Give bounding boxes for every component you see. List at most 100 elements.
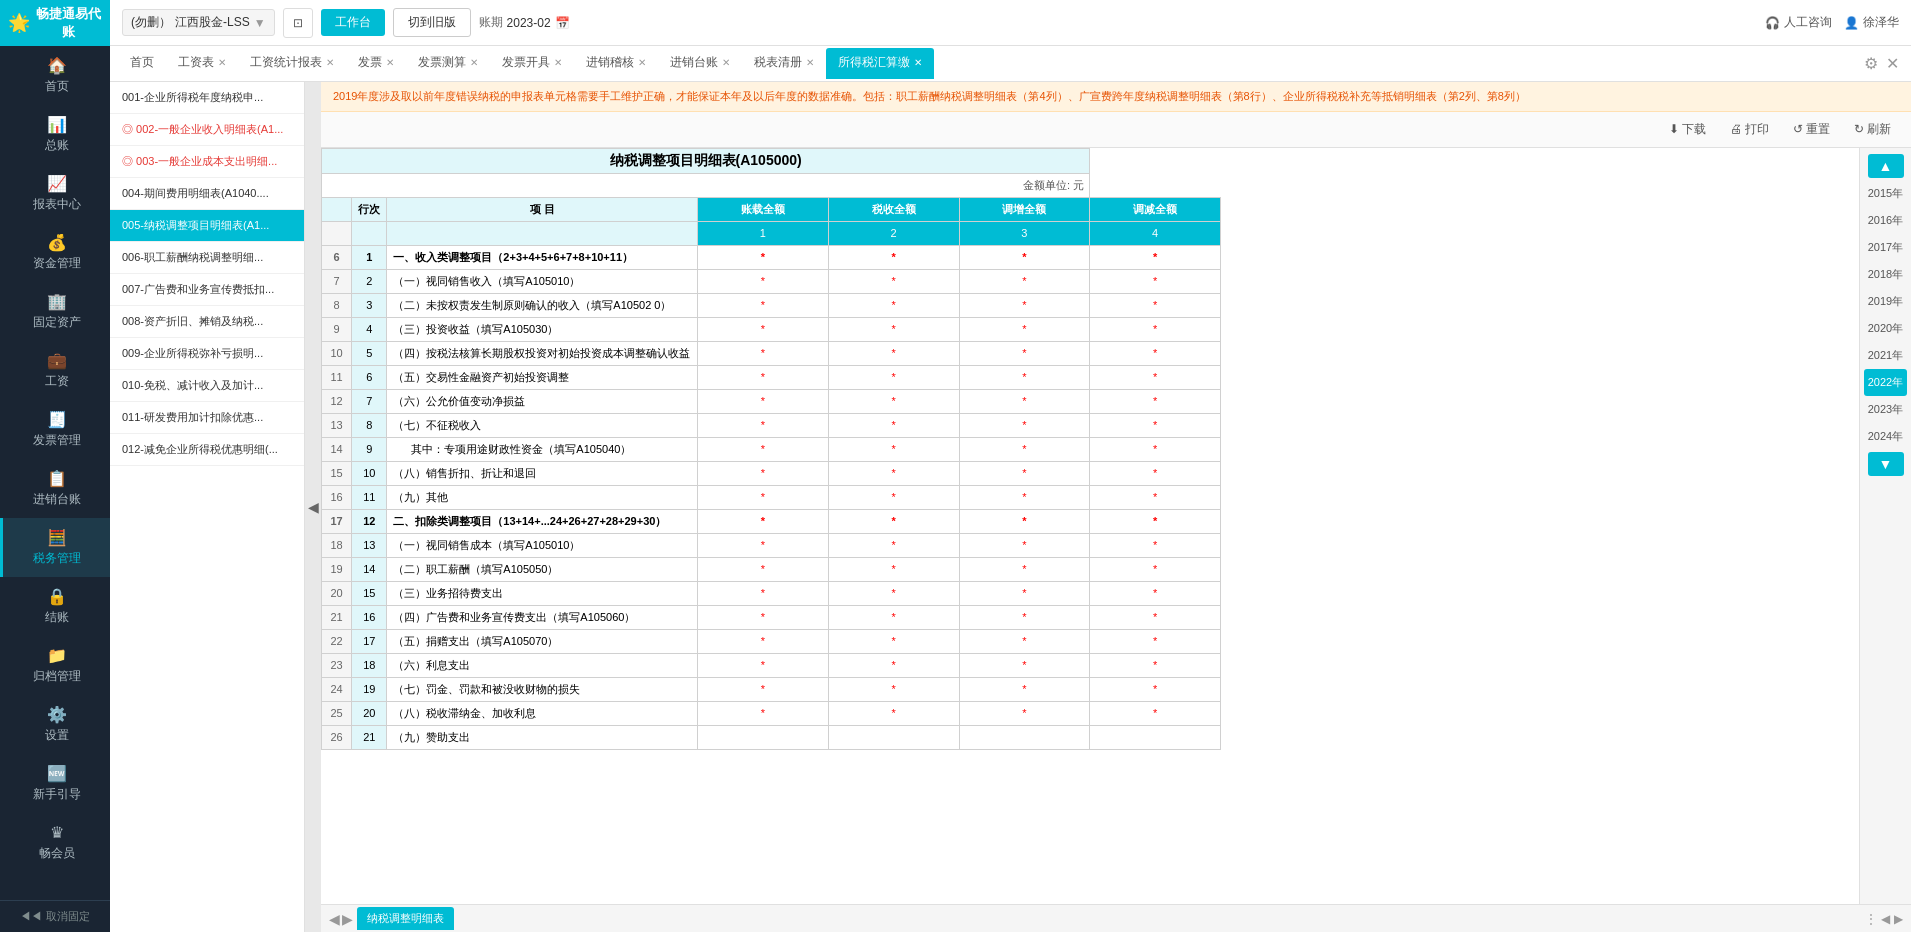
sidebar-item-ledger[interactable]: 📊总账 xyxy=(0,105,110,164)
cell-tax[interactable]: * xyxy=(828,413,959,437)
cell-tax[interactable]: * xyxy=(828,437,959,461)
cell-item[interactable]: （四）广告费和业务宣传费支出（填写A105060） xyxy=(387,605,698,629)
cell-inc[interactable]: * xyxy=(959,581,1090,605)
cell-book[interactable]: * xyxy=(698,581,829,605)
cell-dec[interactable]: * xyxy=(1090,581,1221,605)
reset-button[interactable]: ↺ 重置 xyxy=(1785,118,1838,141)
cell-tax[interactable]: * xyxy=(828,533,959,557)
sidebar-item-tax-mgmt[interactable]: 🧮税务管理 xyxy=(0,518,110,577)
year-item-2023年[interactable]: 2023年 xyxy=(1864,396,1907,423)
scroll-next[interactable]: ▶ xyxy=(1894,912,1903,926)
period-selector[interactable]: 账期 2023-02 📅 xyxy=(479,14,570,31)
cell-item[interactable]: （五）交易性金融资产初始投资调整 xyxy=(387,365,698,389)
form-item-10[interactable]: 010-免税、减计收入及加计... xyxy=(110,370,304,402)
cell-tax[interactable]: * xyxy=(828,389,959,413)
tab-invoice[interactable]: 发票✕ xyxy=(346,48,406,79)
scroll-prev[interactable]: ◀ xyxy=(1881,912,1890,926)
year-item-2022年[interactable]: 2022年 xyxy=(1864,369,1907,396)
year-item-2016年[interactable]: 2016年 xyxy=(1864,207,1907,234)
tab-close-invoice-open[interactable]: ✕ xyxy=(554,57,562,68)
cell-book[interactable]: * xyxy=(698,557,829,581)
cell-dec[interactable]: * xyxy=(1090,293,1221,317)
cell-dec[interactable]: * xyxy=(1090,245,1221,269)
year-up-button[interactable]: ▲ xyxy=(1868,154,1904,178)
cell-book[interactable]: * xyxy=(698,509,829,533)
form-item-04[interactable]: 004-期间费用明细表(A1040.... xyxy=(110,178,304,210)
cell-inc[interactable]: * xyxy=(959,365,1090,389)
cell-inc[interactable]: * xyxy=(959,629,1090,653)
cell-tax[interactable]: * xyxy=(828,605,959,629)
cell-inc[interactable]: * xyxy=(959,293,1090,317)
cell-dec[interactable]: * xyxy=(1090,485,1221,509)
form-item-06[interactable]: 006-职工薪酬纳税调整明细... xyxy=(110,242,304,274)
cell-book[interactable]: * xyxy=(698,341,829,365)
sidebar-item-invoice-mgmt[interactable]: 🧾发票管理 xyxy=(0,400,110,459)
sidebar-item-reports[interactable]: 📈报表中心 xyxy=(0,164,110,223)
company-selector[interactable]: (勿删） 江西股金-LSS ▼ xyxy=(122,9,275,36)
cell-dec[interactable]: * xyxy=(1090,677,1221,701)
form-item-12[interactable]: 012-减免企业所得税优惠明细(... xyxy=(110,434,304,466)
cell-dec[interactable] xyxy=(1090,725,1221,749)
cell-book[interactable]: * xyxy=(698,701,829,725)
cell-dec[interactable]: * xyxy=(1090,341,1221,365)
tab-more-button[interactable]: ⚙ xyxy=(1860,50,1882,77)
sidebar-item-close-accounts[interactable]: 🔒结账 xyxy=(0,577,110,636)
cell-inc[interactable]: * xyxy=(959,389,1090,413)
cell-item[interactable]: 其中：专项用途财政性资金（填写A105040） xyxy=(387,437,698,461)
cell-tax[interactable]: * xyxy=(828,485,959,509)
cell-dec[interactable]: * xyxy=(1090,413,1221,437)
cell-inc[interactable]: * xyxy=(959,341,1090,365)
cell-inc[interactable]: * xyxy=(959,677,1090,701)
cell-dec[interactable]: * xyxy=(1090,605,1221,629)
cell-item[interactable]: （七）不征税收入 xyxy=(387,413,698,437)
cell-tax[interactable] xyxy=(828,725,959,749)
scroll-right-icon[interactable]: ▶ xyxy=(342,911,353,927)
tab-home[interactable]: 首页 xyxy=(118,48,166,79)
tab-purchase-ledger2[interactable]: 进销台账✕ xyxy=(658,48,742,79)
cell-book[interactable]: * xyxy=(698,629,829,653)
sidebar-item-assets-mgmt[interactable]: 💰资金管理 xyxy=(0,223,110,282)
cell-tax[interactable]: * xyxy=(828,653,959,677)
collapse-button[interactable]: ◀ xyxy=(305,82,321,932)
sidebar-item-fixed-assets[interactable]: 🏢固定资产 xyxy=(0,282,110,341)
tab-close-payroll[interactable]: ✕ xyxy=(218,57,226,68)
cell-tax[interactable]: * xyxy=(828,245,959,269)
cell-book[interactable] xyxy=(698,725,829,749)
sidebar-item-payroll[interactable]: 💼工资 xyxy=(0,341,110,400)
cell-book[interactable]: * xyxy=(698,245,829,269)
tab-close-invoice-calc[interactable]: ✕ xyxy=(470,57,478,68)
cell-tax[interactable]: * xyxy=(828,557,959,581)
tab-close-all-button[interactable]: ✕ xyxy=(1882,50,1903,77)
cell-dec[interactable]: * xyxy=(1090,509,1221,533)
form-item-11[interactable]: 011-研发费用加计扣除优惠... xyxy=(110,402,304,434)
cell-item[interactable]: 一、收入类调整项目（2+3+4+5+6+7+8+10+11） xyxy=(387,245,698,269)
tab-close-invoice[interactable]: ✕ xyxy=(386,57,394,68)
cell-tax[interactable]: * xyxy=(828,629,959,653)
cell-item[interactable]: （三）业务招待费支出 xyxy=(387,581,698,605)
year-down-button[interactable]: ▼ xyxy=(1868,452,1904,476)
cell-item[interactable]: （三）投资收益（填写A105030） xyxy=(387,317,698,341)
tab-close-payroll-stats[interactable]: ✕ xyxy=(326,57,334,68)
cell-inc[interactable]: * xyxy=(959,437,1090,461)
cell-dec[interactable]: * xyxy=(1090,533,1221,557)
print-button[interactable]: 🖨 打印 xyxy=(1722,118,1777,141)
sidebar-item-settings[interactable]: ⚙️设置 xyxy=(0,695,110,754)
cell-tax[interactable]: * xyxy=(828,293,959,317)
cell-tax[interactable]: * xyxy=(828,581,959,605)
unpin-button[interactable]: ◀◀ 取消固定 xyxy=(0,900,110,932)
cell-book[interactable]: * xyxy=(698,437,829,461)
cell-book[interactable]: * xyxy=(698,533,829,557)
tab-close-purchase-check[interactable]: ✕ xyxy=(638,57,646,68)
cell-tax[interactable]: * xyxy=(828,341,959,365)
year-item-2021年[interactable]: 2021年 xyxy=(1864,342,1907,369)
cell-item[interactable]: （八）销售折扣、折让和退回 xyxy=(387,461,698,485)
user-menu[interactable]: 👤 徐泽华 xyxy=(1844,14,1899,31)
bottom-sheet-tab[interactable]: 纳税调整明细表 xyxy=(357,907,454,930)
year-item-2020年[interactable]: 2020年 xyxy=(1864,315,1907,342)
cell-inc[interactable]: * xyxy=(959,413,1090,437)
tab-invoice-calc[interactable]: 发票测算✕ xyxy=(406,48,490,79)
form-item-02[interactable]: ◎ 002-一般企业收入明细表(A1... xyxy=(110,114,304,146)
tab-invoice-open[interactable]: 发票开具✕ xyxy=(490,48,574,79)
form-item-05[interactable]: 005-纳税调整项目明细表(A1... xyxy=(110,210,304,242)
cell-book[interactable]: * xyxy=(698,413,829,437)
